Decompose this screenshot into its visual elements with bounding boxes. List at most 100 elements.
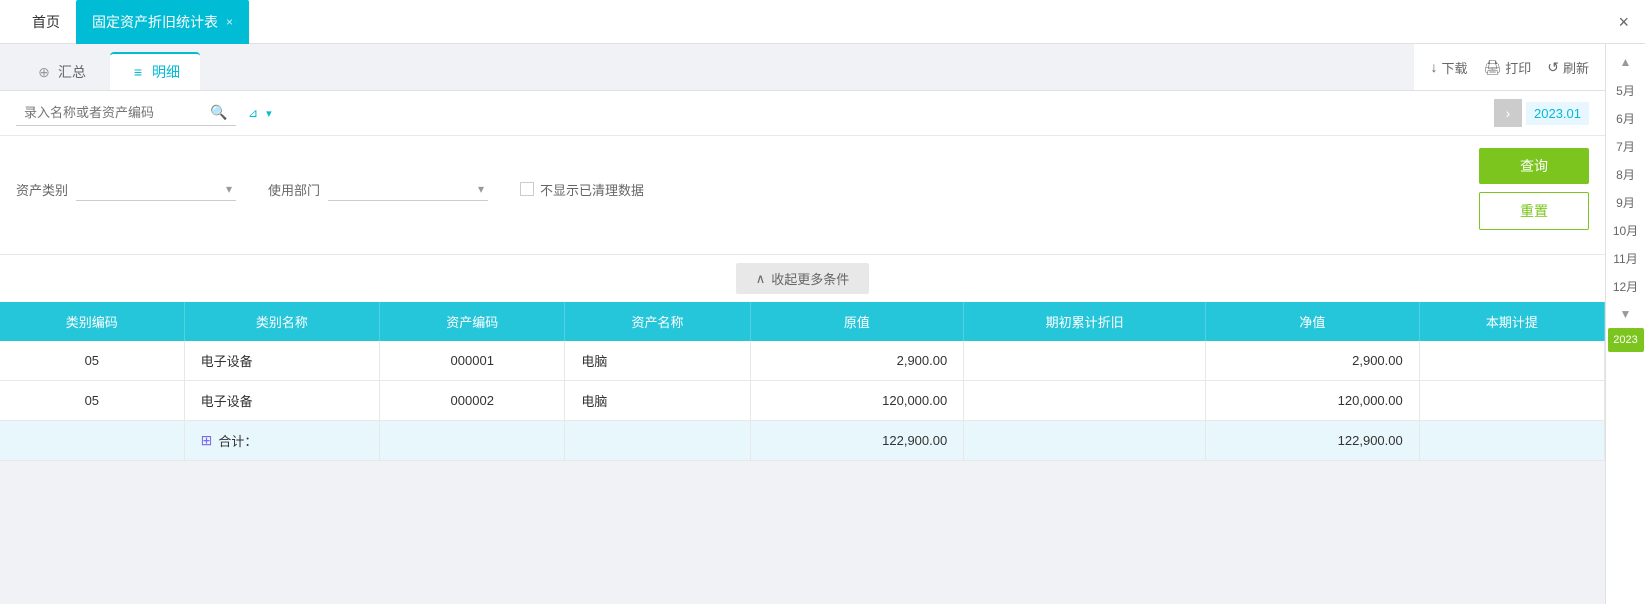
summary-original-value: 122,900.00 <box>750 421 964 461</box>
cell-net-value: 120,000.00 <box>1206 381 1420 421</box>
filter-bar: 🔍 ⊿ ▾ › 2023.01 <box>0 91 1605 136</box>
sidebar-month-10[interactable]: 10月 <box>1608 216 1644 244</box>
summary-icon: ⊞ <box>201 432 213 449</box>
asset-category-label: 资产类别 <box>16 180 68 199</box>
table-row[interactable]: 05 电子设备 000001 电脑 2,900.00 2,900.00 <box>0 341 1605 381</box>
filter-icon: ⊿ <box>248 106 258 120</box>
summary-current-depreciation <box>1419 421 1604 461</box>
sidebar-month-11[interactable]: 11月 <box>1608 244 1644 272</box>
tab-active-label: 固定资产折旧统计表 <box>92 0 218 44</box>
cell-asset-name: 电脑 <box>565 381 750 421</box>
summary-tab-label: 汇总 <box>58 62 86 82</box>
search-icon: 🔍 <box>210 104 227 121</box>
right-sidebar: ▲ 5月6月7月8月9月10月11月12月 ▼ 2023 <box>1605 44 1645 604</box>
chevron-down-icon: ▾ <box>266 107 272 120</box>
tab-close-icon[interactable]: × <box>226 0 233 44</box>
arrow-nav: › 2023.01 <box>1494 99 1589 127</box>
refresh-button[interactable]: ↺ 刷新 <box>1547 58 1589 77</box>
hide-cleared-checkbox[interactable] <box>520 182 534 196</box>
cell-original-value: 2,900.00 <box>750 341 964 381</box>
department-label: 使用部门 <box>268 180 320 199</box>
reset-button[interactable]: 重置 <box>1479 192 1589 230</box>
col-current-depreciation: 本期计提 <box>1419 302 1604 341</box>
download-button[interactable]: ↓ 下载 <box>1430 58 1467 77</box>
asset-category-select[interactable] <box>76 177 236 201</box>
cell-asset-code: 000002 <box>380 381 565 421</box>
cell-category-name: 电子设备 <box>184 381 380 421</box>
col-accumulated-depreciation: 期初累计折旧 <box>964 302 1206 341</box>
asset-category-select-wrap <box>76 177 236 201</box>
content-area: ⊕ 汇总 ≡ 明细 ↓ 下载 🖨 打印 ↺ 刷 <box>0 44 1645 604</box>
sub-tabs: ⊕ 汇总 ≡ 明细 <box>0 44 1414 90</box>
more-conditions-button[interactable]: ⊿ ▾ <box>248 106 272 120</box>
table-row[interactable]: 05 电子设备 000002 电脑 120,000.00 120,000.00 <box>0 381 1605 421</box>
collapse-button[interactable]: ∧ 收起更多条件 <box>736 263 870 294</box>
summary-label-cell2: ⊞ 合计： <box>184 421 380 461</box>
sidebar-month-8[interactable]: 8月 <box>1608 160 1644 188</box>
data-table: 类别编码 类别名称 资产编码 资产名称 原值 期初累计折旧 净值 本期计提 05… <box>0 302 1605 461</box>
summary-label-text: 合计： <box>218 431 257 450</box>
summary-asset-code <box>380 421 565 461</box>
sidebar-month-9[interactable]: 9月 <box>1608 188 1644 216</box>
cell-accumulated-depreciation <box>964 381 1206 421</box>
summary-accumulated-depreciation <box>964 421 1206 461</box>
chevron-up-icon: ∧ <box>756 271 766 287</box>
col-original-value: 原值 <box>750 302 964 341</box>
summary-label-cell <box>0 421 184 461</box>
tab-summary[interactable]: ⊕ 汇总 <box>16 54 106 90</box>
filter-row-1: 资产类别 使用部门 <box>16 148 1589 230</box>
table-body: 05 电子设备 000001 电脑 2,900.00 2,900.00 05 电… <box>0 341 1605 461</box>
date-display: 2023.01 <box>1526 102 1589 125</box>
department-select[interactable] <box>328 177 488 201</box>
tab-active[interactable]: 固定资产折旧统计表 × <box>76 0 249 44</box>
year-badge[interactable]: 2023 <box>1608 328 1644 352</box>
col-asset-code: 资产编码 <box>380 302 565 341</box>
tab-detail[interactable]: ≡ 明细 <box>110 52 200 90</box>
department-field: 使用部门 <box>268 177 488 201</box>
print-button[interactable]: 🖨 打印 <box>1483 58 1531 77</box>
query-button[interactable]: 查询 <box>1479 148 1589 184</box>
main-panel: ⊕ 汇总 ≡ 明细 ↓ 下载 🖨 打印 ↺ 刷 <box>0 44 1605 604</box>
summary-net-value: 122,900.00 <box>1206 421 1420 461</box>
window-close-button[interactable]: × <box>1618 0 1629 44</box>
summary-tab-icon: ⊕ <box>36 64 52 80</box>
hide-cleared-label: 不显示已清理数据 <box>540 180 644 199</box>
detail-tab-icon: ≡ <box>130 64 146 80</box>
hide-cleared-checkbox-wrap[interactable]: 不显示已清理数据 <box>520 180 644 199</box>
advanced-filter: 资产类别 使用部门 <box>0 136 1605 255</box>
cell-current-depreciation <box>1419 341 1604 381</box>
sidebar-month-7[interactable]: 7月 <box>1608 132 1644 160</box>
table-header: 类别编码 类别名称 资产编码 资产名称 原值 期初累计折旧 净值 本期计提 <box>0 302 1605 341</box>
col-category-name: 类别名称 <box>184 302 380 341</box>
search-input[interactable] <box>24 105 204 120</box>
download-icon: ↓ <box>1430 59 1437 75</box>
tab-home[interactable]: 首页 <box>16 0 76 44</box>
collapse-label: 收起更多条件 <box>771 269 849 288</box>
detail-tab-label: 明细 <box>152 62 180 82</box>
table-wrap: 类别编码 类别名称 资产编码 资产名称 原值 期初累计折旧 净值 本期计提 05… <box>0 302 1605 604</box>
search-input-wrap: 🔍 <box>16 100 236 126</box>
cell-category-name: 电子设备 <box>184 341 380 381</box>
collapse-bar: ∧ 收起更多条件 <box>0 255 1605 302</box>
sidebar-month-5[interactable]: 5月 <box>1608 76 1644 104</box>
cell-original-value: 120,000.00 <box>750 381 964 421</box>
cell-category-code: 05 <box>0 341 184 381</box>
sidebar-scroll-up[interactable]: ▲ <box>1608 52 1644 72</box>
cell-asset-code: 000001 <box>380 341 565 381</box>
refresh-icon: ↺ <box>1547 59 1559 76</box>
sidebar-months: 5月6月7月8月9月10月11月12月 <box>1608 76 1644 300</box>
sidebar-scroll-down[interactable]: ▼ <box>1608 304 1644 324</box>
cell-asset-name: 电脑 <box>565 341 750 381</box>
col-category-code: 类别编码 <box>0 302 184 341</box>
sidebar-month-12[interactable]: 12月 <box>1608 272 1644 300</box>
toolbar: ↓ 下载 🖨 打印 ↺ 刷新 <box>1414 44 1605 90</box>
nav-arrow-right[interactable]: › <box>1494 99 1522 127</box>
print-label: 打印 <box>1505 58 1531 77</box>
summary-row: ⊞ 合计： 122,900.00 122,900.00 <box>0 421 1605 461</box>
sidebar-month-6[interactable]: 6月 <box>1608 104 1644 132</box>
department-select-wrap <box>328 177 488 201</box>
col-net-value: 净值 <box>1206 302 1420 341</box>
print-icon: 🖨 <box>1483 59 1501 76</box>
download-label: 下载 <box>1441 58 1467 77</box>
summary-asset-name <box>565 421 750 461</box>
